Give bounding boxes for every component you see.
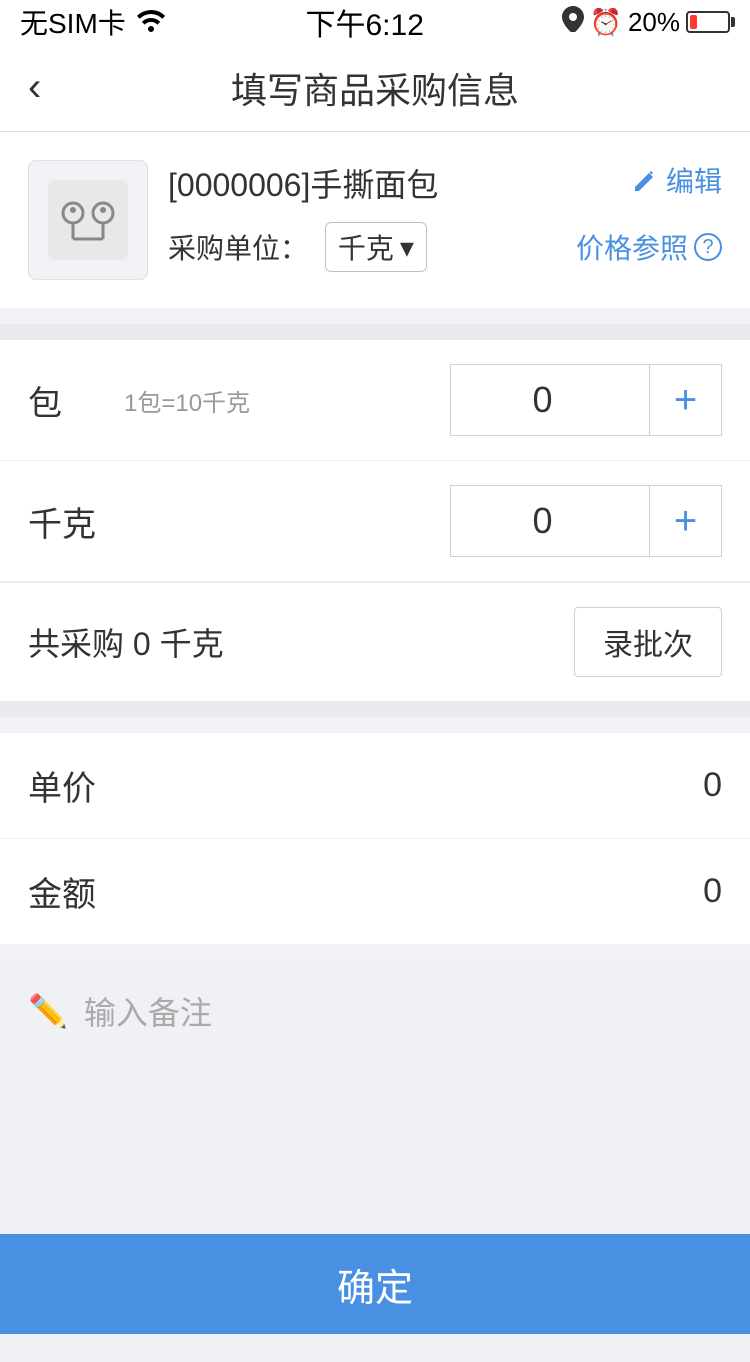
kg-qty-input-box: + [450,485,722,557]
product-image [28,160,148,280]
help-icon: ? [694,233,722,261]
unit-label: 采购单位： [168,233,308,264]
battery-icon [686,11,730,33]
amount-value: 0 [703,872,722,911]
unit-select[interactable]: 千克 ▾ [325,222,427,272]
remark-placeholder: 输入备注 [84,988,722,1034]
section-divider-2 [0,701,750,717]
kg-qty-field[interactable] [450,485,650,557]
product-info: [0000006]手撕面包 编辑 采购单位： 千克 ▾ 价格参照 ? [168,160,722,272]
bag-plus-button[interactable]: + [650,364,722,436]
product-unit-row: 采购单位： 千克 ▾ 价格参照 ? [168,222,722,272]
pencil-icon: ✏️ [28,992,68,1030]
page-title: 填写商品采购信息 [231,62,519,114]
unit-section: 采购单位： 千克 ▾ [168,222,427,272]
batch-button[interactable]: 录批次 [574,607,722,677]
dropdown-icon: ▾ [400,231,414,264]
carrier-label: 无SIM卡 [20,2,126,42]
bag-sublabel: 1包=10千克 [124,383,434,418]
bag-row: 包 1包=10千克 + [0,340,750,461]
bag-label: 包 [28,376,108,425]
confirm-button[interactable]: 确定 [0,1234,750,1334]
unit-price-value: 0 [703,766,722,805]
total-row: 共采购 0 千克 录批次 [0,582,750,701]
kg-plus-button[interactable]: + [650,485,722,557]
back-button[interactable]: ‹ [28,65,41,110]
total-text: 共采购 0 千克 [28,619,224,665]
product-card: [0000006]手撕面包 编辑 采购单位： 千克 ▾ 价格参照 ? [0,132,750,308]
alarm-icon: ⏰ [590,7,622,38]
edit-button[interactable]: 编辑 [632,160,722,200]
bag-qty-field[interactable] [450,364,650,436]
kg-row: 千克 + [0,461,750,582]
status-bar: 无SIM卡 下午6:12 ⏰ 20% [0,0,750,44]
section-divider-1 [0,324,750,340]
status-right: ⏰ 20% [562,6,730,39]
amount-row: 金额 0 [0,839,750,944]
bag-qty-input-box: + [450,364,722,436]
unit-price-row: 单价 0 [0,733,750,839]
status-time: 下午6:12 [305,0,423,44]
product-name: [0000006]手撕面包 [168,160,438,206]
status-left: 无SIM卡 [20,2,168,42]
battery-percent: 20% [628,7,680,38]
kg-label: 千克 [28,497,108,546]
product-logo [48,180,128,260]
location-icon [562,6,584,39]
wifi-icon [134,6,168,39]
quantity-section: 包 1包=10千克 + 千克 + 共采购 0 千克 录批次 [0,340,750,701]
remark-section[interactable]: ✏️ 输入备注 [0,960,750,1062]
nav-bar: ‹ 填写商品采购信息 [0,44,750,132]
unit-price-label: 单价 [28,761,96,810]
amount-label: 金额 [28,867,96,916]
price-ref-button[interactable]: 价格参照 ? [576,227,722,267]
price-section: 单价 0 金额 0 [0,733,750,944]
product-header: [0000006]手撕面包 编辑 [168,160,722,206]
